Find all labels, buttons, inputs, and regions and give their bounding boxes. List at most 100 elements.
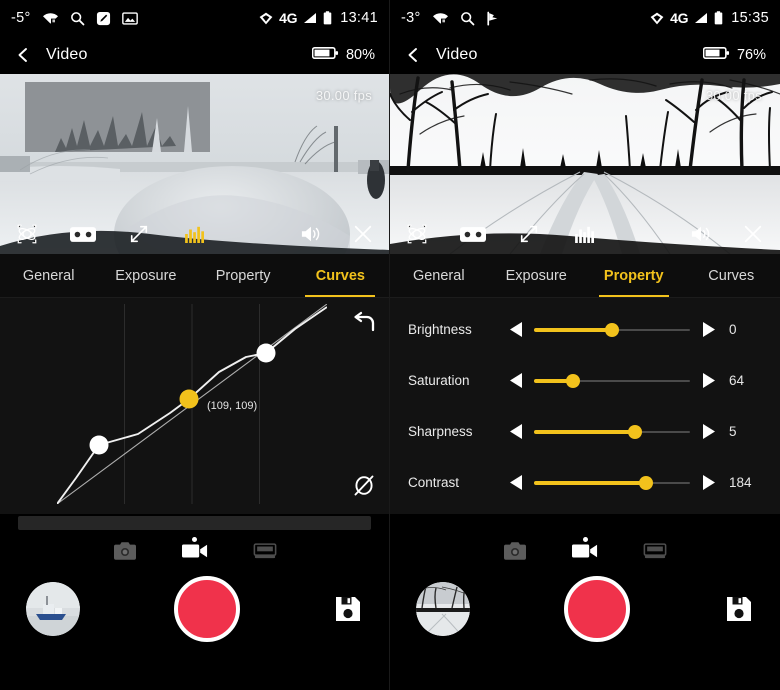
phone-screen-right: -3° 4G 15:35 Video 76% 30.00 fps General… — [390, 0, 780, 690]
undo-arrow-icon[interactable] — [349, 308, 379, 338]
photo-icon — [121, 11, 138, 25]
close-icon[interactable] — [350, 221, 376, 247]
levels-histogram-icon[interactable] — [572, 221, 598, 247]
tab-general[interactable]: General — [0, 254, 97, 297]
action-bar-left — [0, 566, 389, 652]
edit-note-icon — [96, 11, 111, 26]
slider-thumb[interactable] — [627, 425, 642, 439]
slider-thumb[interactable] — [566, 374, 580, 388]
live-mode[interactable] — [248, 538, 282, 564]
capture-mode-row — [390, 536, 780, 566]
curve-graph[interactable]: (109, 109) — [57, 304, 327, 504]
tab-exposure[interactable]: Exposure — [488, 254, 586, 297]
network-type-label: 4G — [279, 10, 298, 26]
speaker-icon[interactable] — [688, 221, 714, 247]
triangle-right-icon[interactable] — [696, 475, 720, 490]
fps-overlay: 30.00 fps — [315, 88, 372, 103]
triangle-right-icon[interactable] — [696, 322, 720, 337]
chevron-left-icon[interactable] — [404, 46, 422, 64]
slider-thumb[interactable] — [605, 323, 619, 337]
battery-status-icon — [714, 11, 723, 25]
action-bar-right — [390, 566, 780, 652]
temperature-indicator: -3° — [401, 10, 421, 26]
triangle-left-icon[interactable] — [504, 475, 528, 490]
triangle-left-icon[interactable] — [504, 424, 528, 439]
battery-icon — [702, 46, 730, 65]
property-value: 64 — [729, 373, 745, 388]
tab-general[interactable]: General — [390, 254, 488, 297]
photo-mode[interactable] — [498, 538, 532, 564]
property-row-contrast: Contrast 184 — [390, 457, 780, 508]
gallery-thumbnail-button[interactable] — [26, 582, 80, 636]
live-mode[interactable] — [638, 538, 672, 564]
property-value: 0 — [729, 322, 737, 337]
tab-curves[interactable]: Curves — [292, 254, 389, 297]
vr-goggles-icon[interactable] — [70, 221, 96, 247]
triangle-right-icon[interactable] — [696, 424, 720, 439]
property-label: Saturation — [408, 373, 470, 388]
floppy-save-icon[interactable] — [333, 594, 363, 624]
curve-points-layer[interactable] — [57, 304, 327, 504]
gallery-thumbnail-button[interactable] — [416, 582, 470, 636]
gallery-thumbnail-image — [26, 582, 80, 636]
curve-point-2-selected[interactable] — [179, 389, 199, 409]
battery-percentage: 76% — [736, 47, 766, 63]
photo-mode[interactable] — [108, 538, 142, 564]
brightness-slider[interactable] — [534, 319, 690, 341]
vr-goggles-icon[interactable] — [460, 221, 486, 247]
curve-point-1[interactable] — [89, 435, 109, 455]
close-icon[interactable] — [740, 221, 766, 247]
flag-icon — [486, 11, 501, 26]
levels-histogram-icon[interactable] — [182, 221, 208, 247]
slider-thumb[interactable] — [638, 476, 653, 490]
timeline-scrub-bar[interactable] — [18, 516, 371, 530]
record-button[interactable] — [564, 576, 630, 642]
null-slash-icon[interactable] — [349, 470, 379, 500]
property-row-brightness: Brightness 0 — [390, 304, 780, 355]
chevron-left-icon[interactable] — [14, 46, 32, 64]
app-bar: Video 76% — [390, 36, 780, 74]
sphere-view-icon[interactable] — [14, 221, 40, 247]
mode-selector-area-left — [0, 514, 389, 566]
tab-property[interactable]: Property — [585, 254, 683, 297]
battery-indicator: 80% — [311, 46, 375, 65]
battery-percentage: 80% — [345, 47, 375, 63]
curve-point-3[interactable] — [256, 343, 276, 363]
tab-property[interactable]: Property — [195, 254, 292, 297]
triangle-left-icon[interactable] — [504, 322, 528, 337]
status-bar-left: -3° — [401, 10, 501, 26]
dual-screenshot-container: -5° 4G 13:41 Video 80% 30.00 fps General… — [0, 0, 780, 690]
clock-label: 13:41 — [340, 10, 378, 26]
video-mode[interactable] — [178, 538, 212, 564]
preview-toolbar — [390, 214, 780, 254]
settings-tab-bar-right: General Exposure Property Curves — [390, 254, 780, 298]
slider-fill — [534, 327, 612, 332]
property-value: 5 — [729, 424, 737, 439]
contrast-slider[interactable] — [534, 472, 690, 494]
search-icon — [460, 11, 475, 26]
sphere-view-icon[interactable] — [404, 221, 430, 247]
status-bar-right: 4G 15:35 — [650, 10, 769, 26]
sharpness-slider[interactable] — [534, 421, 690, 443]
record-button[interactable] — [173, 576, 240, 642]
expand-icon[interactable] — [126, 221, 152, 247]
app-bar: Video 80% — [0, 36, 389, 74]
video-preview-right[interactable]: 30.00 fps — [390, 74, 780, 254]
video-preview-left[interactable]: 30.00 fps — [0, 74, 389, 254]
preview-toolbar — [0, 214, 389, 254]
triangle-right-icon[interactable] — [696, 373, 720, 388]
property-label: Contrast — [408, 475, 460, 490]
floppy-save-icon[interactable] — [724, 594, 754, 624]
expand-icon[interactable] — [516, 221, 542, 247]
slider-fill — [534, 429, 635, 434]
triangle-left-icon[interactable] — [504, 373, 528, 388]
speaker-icon[interactable] — [298, 221, 324, 247]
curves-editor[interactable]: (109, 109) — [0, 298, 389, 514]
capture-mode-row — [0, 536, 389, 566]
tab-exposure[interactable]: Exposure — [97, 254, 194, 297]
fps-overlay: 30.00 fps — [705, 88, 762, 103]
tab-curves[interactable]: Curves — [683, 254, 780, 297]
saturation-slider[interactable] — [534, 370, 690, 392]
video-mode[interactable] — [568, 538, 602, 564]
search-icon — [70, 11, 85, 26]
